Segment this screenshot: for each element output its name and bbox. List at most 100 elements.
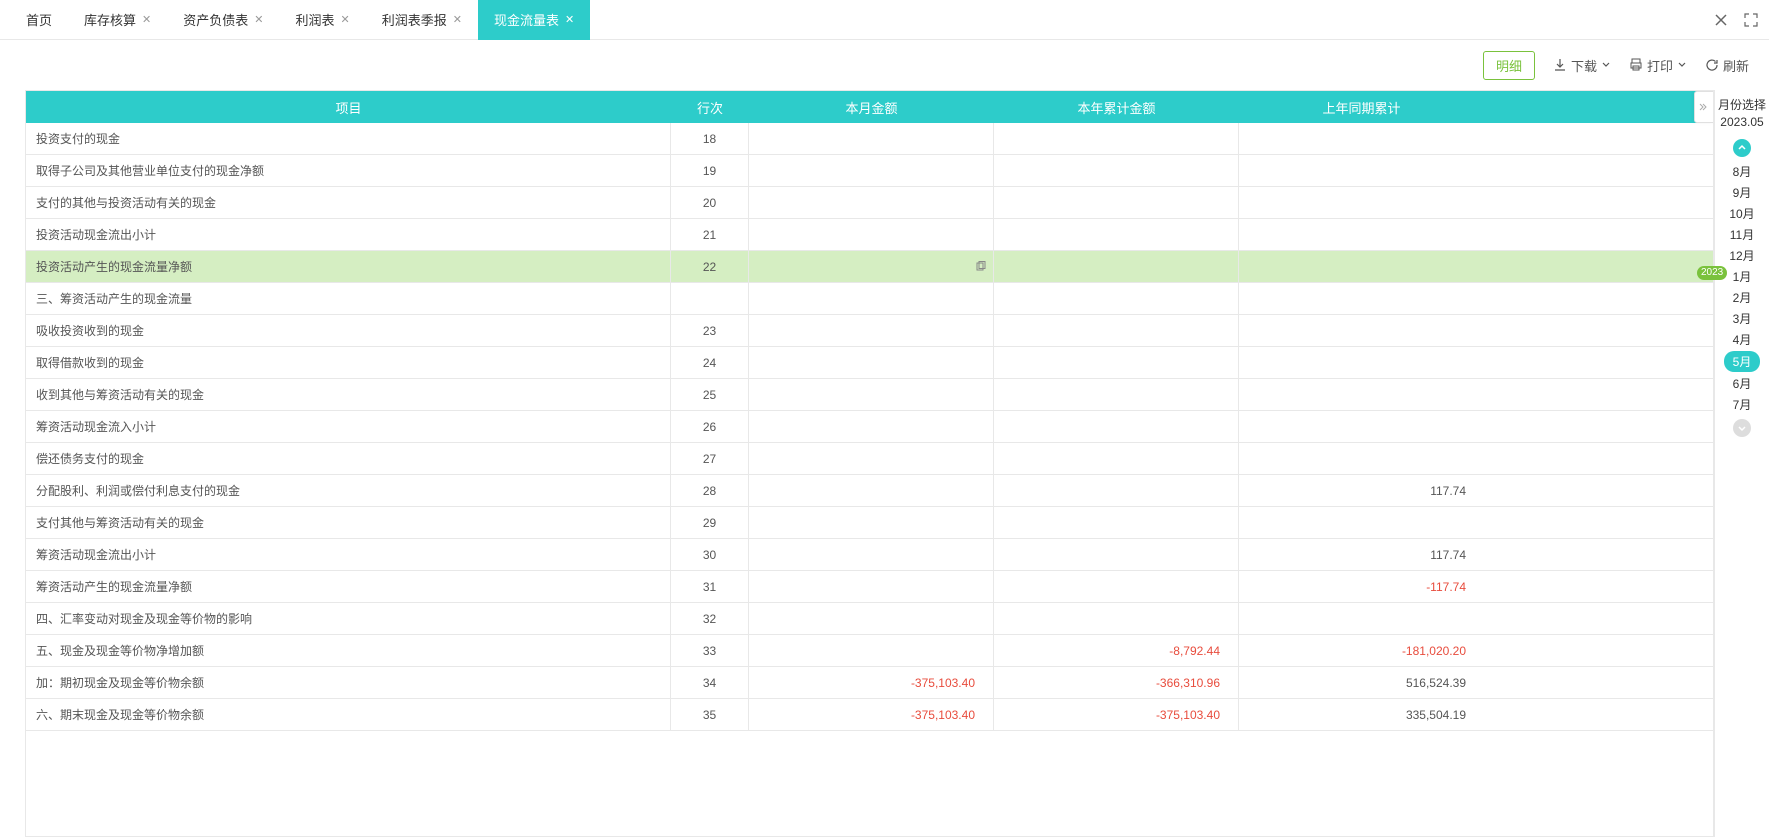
cell-month — [749, 411, 994, 442]
expand-panel-tab[interactable] — [1694, 91, 1714, 123]
cell-year — [994, 219, 1239, 250]
month-item[interactable]: 8月 — [1715, 161, 1769, 182]
cell-month — [749, 187, 994, 218]
month-selector-current: 2023.05 — [1720, 115, 1763, 129]
cell-line: 25 — [671, 379, 749, 410]
cell-month — [749, 571, 994, 602]
cell-item: 加：期初现金及现金等价物余额 — [26, 667, 671, 698]
copy-icon[interactable] — [975, 261, 987, 273]
cell-last — [1239, 219, 1484, 250]
cell-month — [749, 379, 994, 410]
table-row[interactable]: 加：期初现金及现金等价物余额34-375,103.40-366,310.9651… — [26, 667, 1713, 699]
table-row[interactable]: 取得子公司及其他营业单位支付的现金净额19 — [26, 155, 1713, 187]
table-header: 项目 行次 本月金额 本年累计金额 上年同期累计 — [26, 91, 1713, 123]
close-all-icon[interactable] — [1713, 12, 1729, 28]
download-button[interactable]: 下载 — [1553, 56, 1611, 75]
month-item[interactable]: 12月 — [1715, 245, 1769, 266]
table-row[interactable]: 收到其他与筹资活动有关的现金25 — [26, 379, 1713, 411]
cell-month — [749, 475, 994, 506]
cell-item: 支付的其他与投资活动有关的现金 — [26, 187, 671, 218]
table-row[interactable]: 投资活动产生的现金流量净额22 — [26, 251, 1713, 283]
month-up-button[interactable] — [1733, 139, 1751, 157]
tab-label: 资产负债表 — [183, 10, 248, 29]
cell-month — [749, 283, 994, 314]
table-row[interactable]: 投资支付的现金18 — [26, 123, 1713, 155]
tab-label: 利润表 — [295, 10, 334, 29]
cell-line: 21 — [671, 219, 749, 250]
month-item[interactable]: 3月 — [1715, 308, 1769, 329]
table-row[interactable]: 筹资活动产生的现金流量净额31-117.74 — [26, 571, 1713, 603]
print-label: 打印 — [1647, 56, 1673, 75]
table-row[interactable]: 支付其他与筹资活动有关的现金29 — [26, 507, 1713, 539]
month-item[interactable]: 4月 — [1715, 329, 1769, 350]
cell-year — [994, 443, 1239, 474]
month-item-wrap: 12月 — [1715, 245, 1769, 266]
month-item-wrap: 20231月 — [1715, 266, 1769, 287]
cell-line: 24 — [671, 347, 749, 378]
cell-line: 26 — [671, 411, 749, 442]
month-item-wrap: 11月 — [1715, 224, 1769, 245]
month-item[interactable]: 9月 — [1715, 182, 1769, 203]
month-item-wrap: 10月 — [1715, 203, 1769, 224]
cell-last — [1239, 379, 1484, 410]
cell-last: 335,504.19 — [1239, 699, 1484, 730]
months-list: 8月9月10月11月12月20231月2月3月4月5月6月7月 — [1715, 161, 1769, 415]
cell-item: 三、筹资活动产生的现金流量 — [26, 283, 671, 314]
cell-year — [994, 315, 1239, 346]
year-badge: 2023 — [1697, 266, 1727, 280]
cell-year — [994, 123, 1239, 154]
cell-last — [1239, 411, 1484, 442]
table-row[interactable]: 筹资活动现金流入小计26 — [26, 411, 1713, 443]
table-body[interactable]: 投资支付的现金18取得子公司及其他营业单位支付的现金净额19支付的其他与投资活动… — [26, 123, 1713, 836]
close-icon[interactable]: ✕ — [565, 13, 574, 26]
cell-month — [749, 603, 994, 634]
cell-year — [994, 603, 1239, 634]
tabs-container: 首页库存核算✕资产负债表✕利润表✕利润表季报✕现金流量表✕ — [10, 0, 590, 40]
cell-year — [994, 283, 1239, 314]
cell-last — [1239, 155, 1484, 186]
table-row[interactable]: 四、汇率变动对现金及现金等价物的影响32 — [26, 603, 1713, 635]
tab-4[interactable]: 利润表季报✕ — [366, 0, 478, 40]
close-icon[interactable]: ✕ — [142, 13, 151, 26]
close-icon[interactable]: ✕ — [453, 13, 462, 26]
cell-month — [749, 315, 994, 346]
table-row[interactable]: 六、期末现金及现金等价物余额35-375,103.40-375,103.4033… — [26, 699, 1713, 731]
tab-0[interactable]: 首页 — [10, 0, 68, 40]
table-row[interactable]: 支付的其他与投资活动有关的现金20 — [26, 187, 1713, 219]
cell-year — [994, 251, 1239, 282]
month-item[interactable]: 2月 — [1715, 287, 1769, 308]
table-row[interactable]: 五、现金及现金等价物净增加额33-8,792.44-181,020.20 — [26, 635, 1713, 667]
month-item[interactable]: 5月 — [1724, 351, 1760, 372]
month-item[interactable]: 7月 — [1715, 394, 1769, 415]
cell-line: 27 — [671, 443, 749, 474]
table-row[interactable]: 投资活动现金流出小计21 — [26, 219, 1713, 251]
cell-year — [994, 411, 1239, 442]
tab-label: 首页 — [26, 10, 52, 29]
month-item-wrap: 7月 — [1715, 394, 1769, 415]
close-icon[interactable]: ✕ — [341, 13, 350, 26]
detail-button[interactable]: 明细 — [1483, 51, 1535, 80]
cell-line: 31 — [671, 571, 749, 602]
fullscreen-icon[interactable] — [1743, 12, 1759, 28]
refresh-button[interactable]: 刷新 — [1705, 56, 1749, 75]
table-row[interactable]: 吸收投资收到的现金23 — [26, 315, 1713, 347]
month-item[interactable]: 6月 — [1715, 373, 1769, 394]
table-row[interactable]: 偿还债务支付的现金27 — [26, 443, 1713, 475]
month-item[interactable]: 11月 — [1715, 224, 1769, 245]
tab-3[interactable]: 利润表 ✕ — [279, 0, 365, 40]
cell-line: 35 — [671, 699, 749, 730]
close-icon[interactable]: ✕ — [254, 13, 263, 26]
table-row[interactable]: 筹资活动现金流出小计30117.74 — [26, 539, 1713, 571]
tab-1[interactable]: 库存核算✕ — [68, 0, 167, 40]
print-button[interactable]: 打印 — [1629, 56, 1687, 75]
tab-5[interactable]: 现金流量表✕ — [478, 0, 590, 40]
table-row[interactable]: 三、筹资活动产生的现金流量 — [26, 283, 1713, 315]
cell-line: 20 — [671, 187, 749, 218]
month-item[interactable]: 10月 — [1715, 203, 1769, 224]
cell-last — [1239, 443, 1484, 474]
table-row[interactable]: 取得借款收到的现金24 — [26, 347, 1713, 379]
cell-last: 516,524.39 — [1239, 667, 1484, 698]
tab-2[interactable]: 资产负债表 ✕ — [167, 0, 279, 40]
month-down-button[interactable] — [1733, 419, 1751, 437]
table-row[interactable]: 分配股利、利润或偿付利息支付的现金28117.74 — [26, 475, 1713, 507]
